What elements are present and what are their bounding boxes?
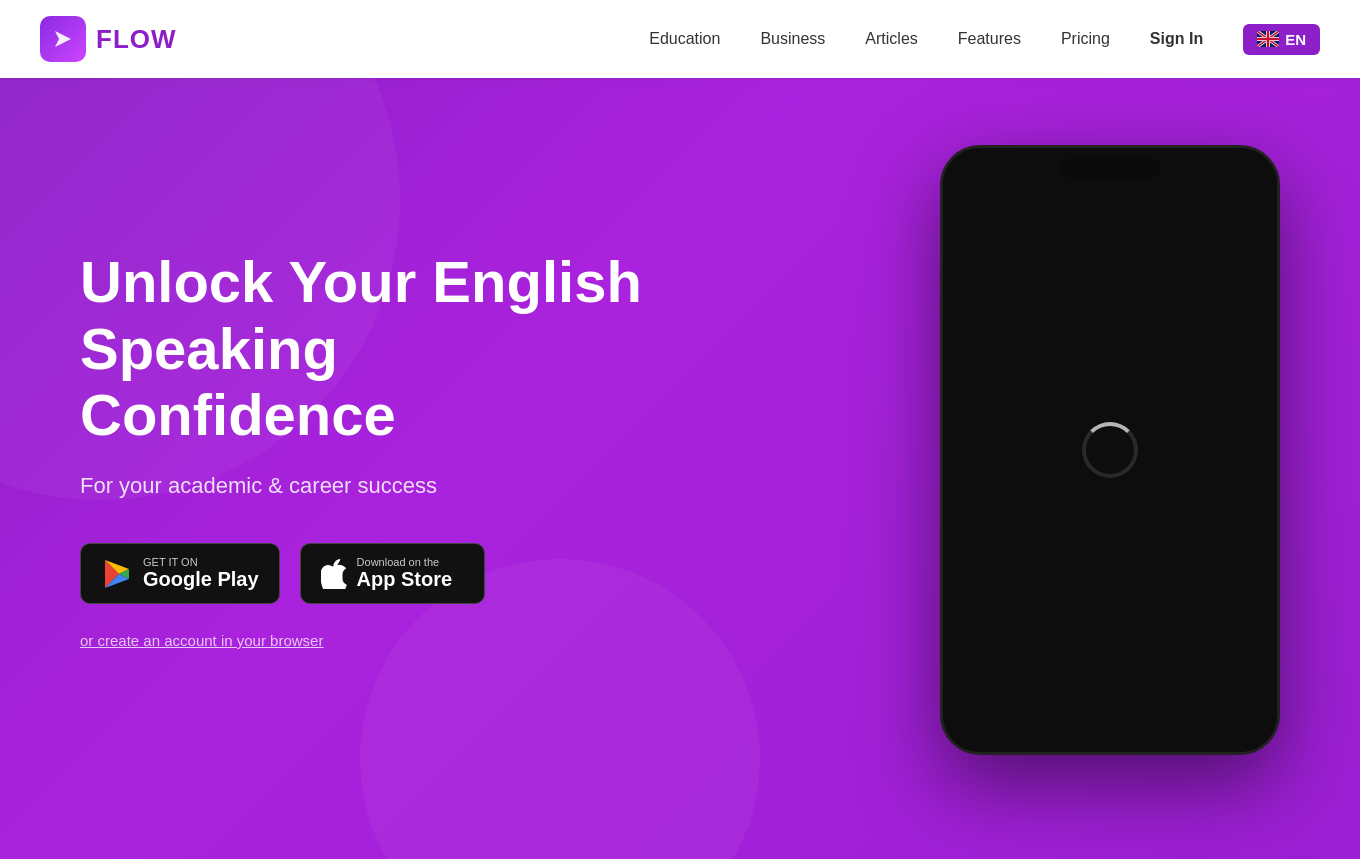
hero-subtitle: For your academic & career success xyxy=(80,473,660,499)
google-play-sub-label: GET IT ON xyxy=(143,556,259,568)
google-play-button[interactable]: GET IT ON Google Play xyxy=(80,543,280,604)
hero-cta-buttons: GET IT ON Google Play Download on the Ap… xyxy=(80,543,660,604)
nav-language-selector[interactable]: EN xyxy=(1243,24,1320,55)
logo-icon xyxy=(40,16,86,62)
logo-text: FLOW xyxy=(96,24,177,55)
hero-title: Unlock Your English Speaking Confidence xyxy=(80,249,660,449)
hero-section: Unlock Your English Speaking Confidence … xyxy=(0,0,1360,859)
logo-link[interactable]: FLOW xyxy=(40,16,177,62)
google-play-icon xyxy=(101,558,133,590)
hero-content: Unlock Your English Speaking Confidence … xyxy=(80,249,660,650)
nav-features[interactable]: Features xyxy=(958,30,1021,48)
phone-notch xyxy=(1060,158,1160,178)
uk-flag-icon xyxy=(1257,31,1279,47)
app-store-sub-label: Download on the xyxy=(357,556,453,568)
nav-signin[interactable]: Sign In xyxy=(1150,30,1203,48)
phone-screen xyxy=(943,148,1277,752)
app-store-button[interactable]: Download on the App Store xyxy=(300,543,485,604)
browser-account-link[interactable]: or create an account in your browser xyxy=(80,632,323,649)
phone-mockup xyxy=(940,145,1280,755)
app-store-main-label: App Store xyxy=(357,568,453,591)
nav-education[interactable]: Education xyxy=(649,30,720,48)
nav-articles[interactable]: Articles xyxy=(865,30,917,48)
navbar: FLOW Education Business Articles Feature… xyxy=(0,0,1360,78)
navbar-nav: Education Business Articles Features Pri… xyxy=(649,24,1320,55)
loading-spinner xyxy=(1082,422,1138,478)
nav-business[interactable]: Business xyxy=(760,30,825,48)
language-code: EN xyxy=(1285,31,1306,48)
google-play-main-label: Google Play xyxy=(143,568,259,591)
nav-pricing[interactable]: Pricing xyxy=(1061,30,1110,48)
phone-mockup-container xyxy=(940,145,1280,755)
apple-icon xyxy=(321,559,347,589)
